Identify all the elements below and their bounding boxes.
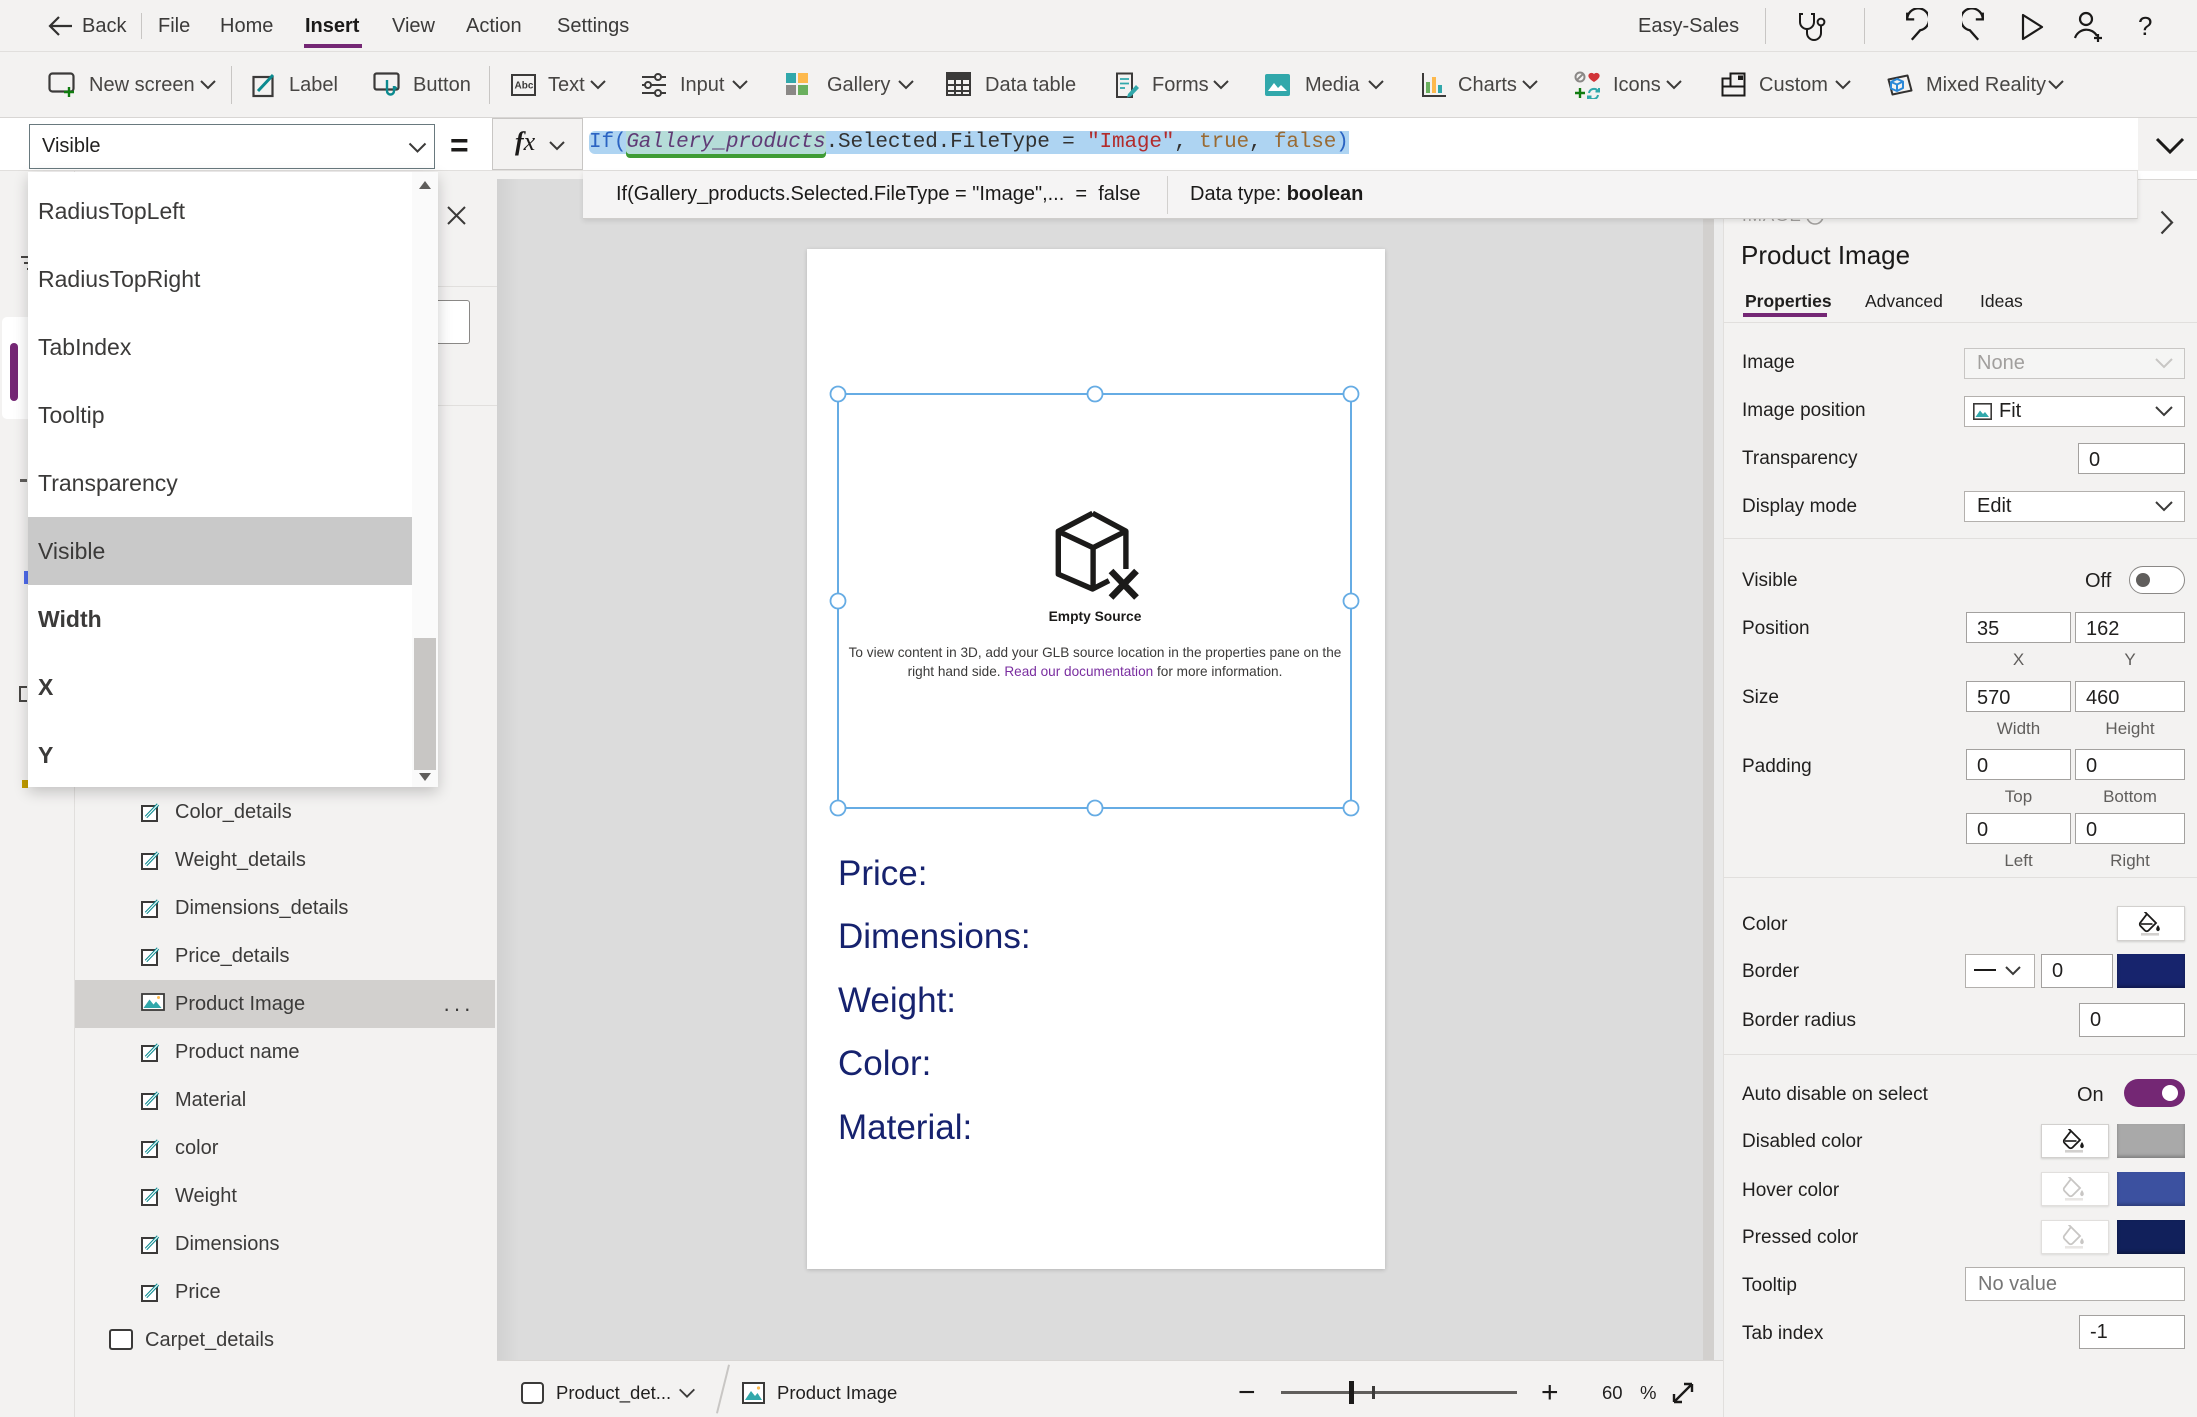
svg-text:Abc: Abc — [515, 81, 534, 92]
